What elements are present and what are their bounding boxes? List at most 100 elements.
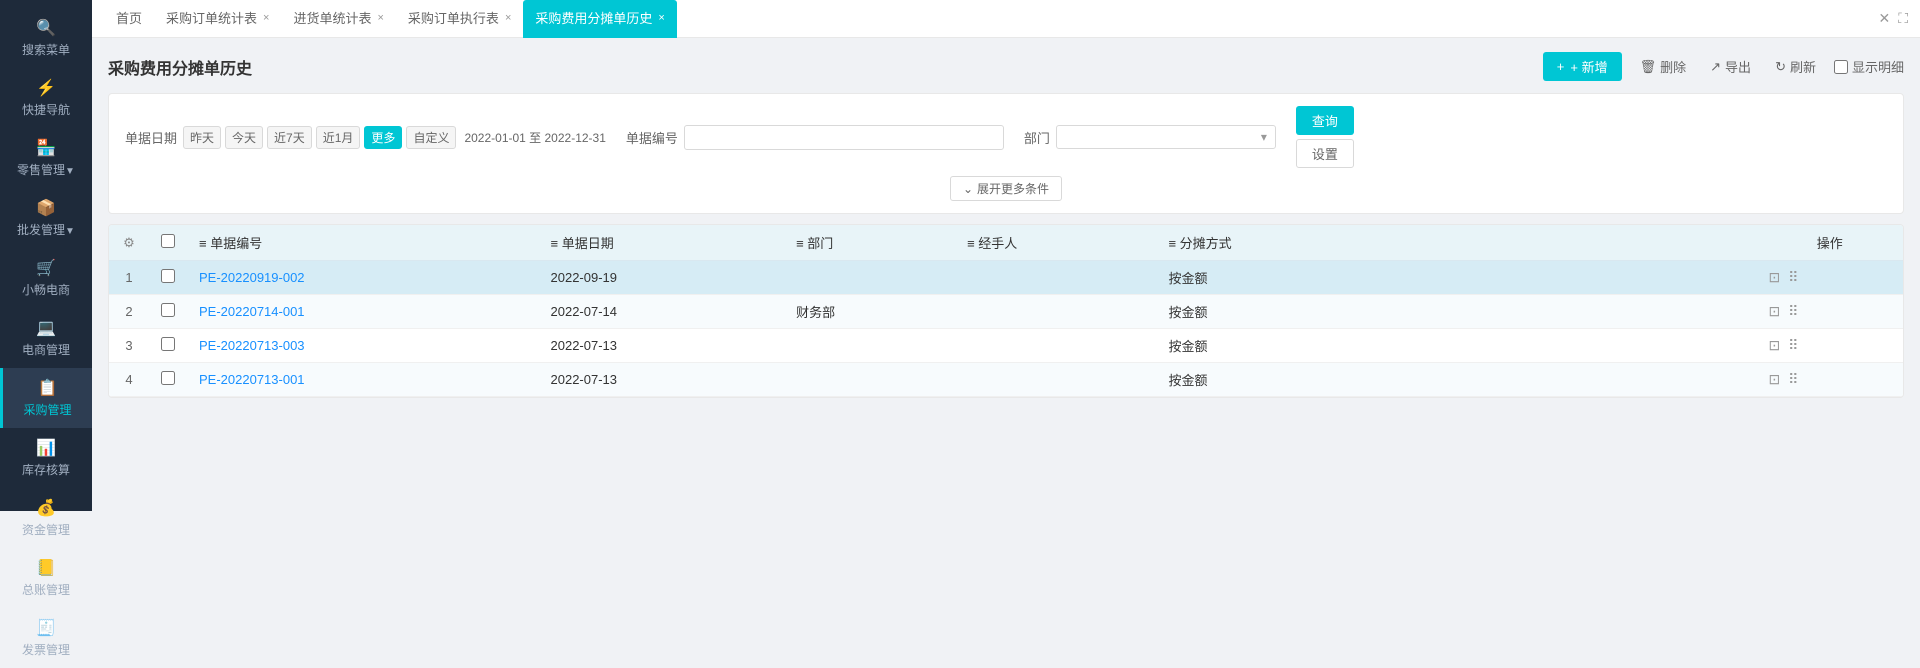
- row-checkbox[interactable]: [161, 371, 175, 385]
- tab-bar: 首页采购订单统计表×进货单统计表×采购订单执行表×采购费用分摊单历史× ✕ ⛶: [92, 0, 1920, 38]
- doc-no-link[interactable]: PE-20220713-001: [199, 372, 305, 387]
- more-date-btn[interactable]: 更多: [364, 126, 402, 149]
- arrow-icon: ▼: [65, 166, 75, 177]
- table-row: 4 PE-20220713-001 2022-07-13 按金额 ⊡ ⠿: [109, 363, 1903, 397]
- row-handler: [955, 329, 1156, 363]
- yesterday-btn[interactable]: 昨天: [183, 126, 221, 149]
- row-checkbox[interactable]: [161, 337, 175, 351]
- show-columns-label: 显示明细: [1852, 57, 1904, 76]
- view-action-icon[interactable]: ⊡: [1768, 371, 1780, 388]
- doc-no-link[interactable]: PE-20220714-001: [199, 304, 305, 319]
- row-doc-date: 2022-07-14: [539, 295, 785, 329]
- arrow-icon: ▼: [65, 226, 75, 237]
- select-all-checkbox[interactable]: [161, 234, 175, 248]
- sidebar-item-mini-shop[interactable]: 🛒小畅电商: [0, 248, 92, 308]
- show-columns-checkbox[interactable]: 显示明细: [1834, 57, 1904, 76]
- expand-conditions-btn[interactable]: ⌄ 展开更多条件: [950, 176, 1062, 201]
- more-action-icon[interactable]: ⠿: [1788, 303, 1798, 320]
- sidebar-item-retail[interactable]: 🏪 零售管理▼: [0, 128, 92, 188]
- row-dept: [784, 329, 955, 363]
- sidebar-item-finance[interactable]: 💰资金管理: [0, 488, 92, 548]
- tab-home[interactable]: 首页: [104, 0, 154, 38]
- sidebar-item-ledger[interactable]: 📒总账管理: [0, 548, 92, 608]
- date-range-display: 2022-01-01 至 2022-12-31: [464, 129, 605, 146]
- table-settings-col[interactable]: ⚙: [109, 225, 149, 261]
- col-handler: ≡ 经手人: [955, 225, 1156, 261]
- row-split-method: 按金额: [1156, 261, 1756, 295]
- settings-button[interactable]: 设置: [1296, 139, 1354, 168]
- view-action-icon[interactable]: ⊡: [1768, 303, 1780, 320]
- view-action-icon[interactable]: ⊡: [1768, 337, 1780, 354]
- row-number: 1: [109, 261, 149, 295]
- dept-select[interactable]: ▾: [1056, 125, 1276, 149]
- sidebar-item-label: 资金管理: [22, 523, 70, 537]
- more-action-icon[interactable]: ⠿: [1788, 337, 1798, 354]
- tab-close-icon[interactable]: ×: [377, 12, 383, 24]
- sidebar-item-wholesale[interactable]: 📦批发管理▼: [0, 188, 92, 248]
- sidebar-item-label: 批发管理: [17, 223, 65, 237]
- more-action-icon[interactable]: ⠿: [1788, 371, 1798, 388]
- row-number: 4: [109, 363, 149, 397]
- tab-purchase-cost-split[interactable]: 采购费用分摊单历史×: [523, 0, 676, 38]
- tab-purchase-order-exec[interactable]: 采购订单执行表×: [396, 0, 523, 38]
- row-handler: [955, 363, 1156, 397]
- maximize-window-icon[interactable]: ⛶: [1898, 10, 1908, 27]
- sidebar-item-search[interactable]: 🔍搜索菜单: [0, 8, 92, 68]
- more-action-icon[interactable]: ⠿: [1788, 269, 1798, 286]
- view-action-icon[interactable]: ⊡: [1768, 269, 1780, 286]
- col-doc-date: ≡ 单据日期: [539, 225, 785, 261]
- show-columns-check[interactable]: [1834, 60, 1848, 74]
- today-btn[interactable]: 今天: [225, 126, 263, 149]
- query-button[interactable]: 查询: [1296, 106, 1354, 135]
- chevron-down-icon: ⌄: [963, 182, 973, 196]
- tab-close-icon[interactable]: ×: [505, 12, 511, 24]
- sidebar-item-invoice[interactable]: 🧾发票管理: [0, 608, 92, 668]
- col-doc-date-label: ≡ 单据日期: [551, 236, 614, 251]
- menu-icon: ⚡: [4, 78, 88, 98]
- dept-filter-item: 部门 ▾: [1024, 125, 1276, 149]
- row-actions: ⊡ ⠿: [1756, 363, 1903, 397]
- tab-close-icon[interactable]: ×: [263, 12, 269, 24]
- sidebar-item-label: 搜索菜单: [22, 43, 70, 57]
- export-button[interactable]: ↗ 导出: [1704, 53, 1757, 80]
- filter-area: 单据日期 昨天 今天 近7天 近1月 更多 自定义 2022-01-01 至 2…: [108, 93, 1904, 214]
- refresh-label: 刷新: [1790, 57, 1816, 76]
- menu-icon: 🏪: [4, 138, 88, 158]
- sidebar-item-label: 总账管理: [22, 583, 70, 597]
- sidebar-item-inventory[interactable]: 📊库存核算: [0, 428, 92, 488]
- last1month-btn[interactable]: 近1月: [316, 126, 361, 149]
- tab-purchase-order-stats[interactable]: 采购订单统计表×: [154, 0, 281, 38]
- row-handler: [955, 261, 1156, 295]
- tab-close-icon[interactable]: ×: [658, 12, 664, 24]
- delete-button[interactable]: 🗑 删除: [1634, 53, 1693, 80]
- refresh-button[interactable]: ↻ 刷新: [1769, 53, 1822, 80]
- last7days-btn[interactable]: 近7天: [267, 126, 312, 149]
- doc-no-input[interactable]: [684, 125, 1004, 150]
- row-number: 3: [109, 329, 149, 363]
- doc-no-link[interactable]: PE-20220919-002: [199, 270, 305, 285]
- sidebar-item-ecommerce[interactable]: 💻电商管理: [0, 308, 92, 368]
- col-handler-label: ≡ 经手人: [967, 236, 1017, 251]
- date-filter-label: 单据日期: [125, 128, 177, 147]
- sidebar-item-label: 零售管理: [17, 163, 65, 177]
- add-button[interactable]: + + 新增: [1543, 52, 1622, 81]
- close-window-icon[interactable]: ✕: [1878, 10, 1890, 27]
- row-actions: ⊡ ⠿: [1756, 261, 1903, 295]
- row-checkbox[interactable]: [161, 269, 175, 283]
- sidebar-item-purchase[interactable]: 📋采购管理: [0, 368, 92, 428]
- row-actions: ⊡ ⠿: [1756, 329, 1903, 363]
- row-split-method: 按金额: [1156, 329, 1756, 363]
- row-doc-no: PE-20220919-002: [187, 261, 539, 295]
- tab-label: 首页: [116, 8, 142, 27]
- tab-goods-receipt-stats[interactable]: 进货单统计表 ×: [281, 0, 395, 38]
- row-checkbox[interactable]: [161, 303, 175, 317]
- col-action: 操作: [1756, 225, 1903, 261]
- row-doc-no: PE-20220713-003: [187, 329, 539, 363]
- sidebar-item-label: 小畅电商: [22, 283, 70, 297]
- tab-label: 进货单统计表: [293, 8, 371, 27]
- sidebar-item-quick-nav[interactable]: ⚡快捷导航: [0, 68, 92, 128]
- expand-more: ⌄ 展开更多条件: [125, 176, 1887, 201]
- col-dept: ≡ 部门: [784, 225, 955, 261]
- custom-date-btn[interactable]: 自定义: [406, 126, 456, 149]
- doc-no-link[interactable]: PE-20220713-003: [199, 338, 305, 353]
